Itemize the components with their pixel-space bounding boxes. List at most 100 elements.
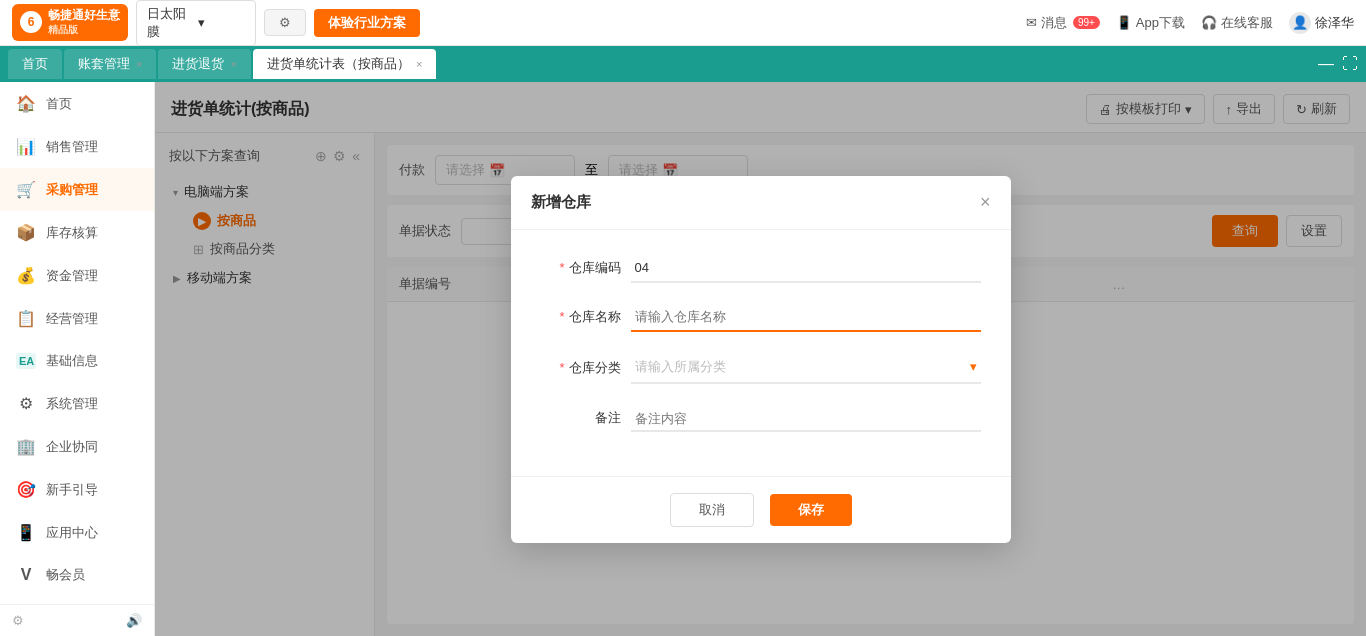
operations-icon: 📋 — [16, 309, 36, 328]
sidebar-vip-label: 畅会员 — [46, 566, 85, 584]
basic-info-icon: EA — [16, 353, 36, 369]
sidebar-item-finance[interactable]: 💰 资金管理 — [0, 254, 154, 297]
tab-minimize-icon[interactable]: — — [1318, 55, 1334, 73]
sidebar-guide-label: 新手引导 — [46, 481, 98, 499]
headset-icon: 🎧 — [1201, 15, 1217, 30]
tab-purchase-stats[interactable]: 进货单统计表（按商品） × — [253, 49, 436, 79]
save-btn[interactable]: 保存 — [770, 494, 852, 526]
main-layout: 🏠 首页 📊 销售管理 🛒 采购管理 📦 库存核算 💰 资金管理 📋 经营管理 … — [0, 82, 1366, 636]
modal-body: 仓库编码 仓库名称 仓库分类 请输入所属分类 ▾ — [511, 230, 1011, 476]
form-row-notes: 备注 — [541, 404, 981, 432]
app-label: App下载 — [1136, 14, 1185, 32]
purchase-icon: 🛒 — [16, 180, 36, 199]
inventory-icon: 📦 — [16, 223, 36, 242]
settings-btn[interactable]: ⚙ — [264, 9, 306, 36]
sidebar-item-basic-info[interactable]: EA 基础信息 — [0, 340, 154, 382]
sidebar-enterprise-label: 企业协同 — [46, 438, 98, 456]
modal-header: 新增仓库 × — [511, 176, 1011, 230]
sidebar-item-guide[interactable]: 🎯 新手引导 — [0, 468, 154, 511]
warehouse-name-input[interactable] — [631, 303, 981, 332]
warehouse-notes-input[interactable] — [631, 404, 981, 432]
tab-purchase-stats-close[interactable]: × — [416, 58, 422, 70]
content-area: 进货单统计(按商品) 🖨 按模板打印 ▾ ↑ 导出 ↻ 刷新 — [155, 82, 1366, 636]
sidebar-home-label: 首页 — [46, 95, 72, 113]
avatar-icon: 👤 — [1289, 12, 1311, 34]
sidebar-item-operations[interactable]: 📋 经营管理 — [0, 297, 154, 340]
sidebar-item-vip[interactable]: V 畅会员 — [0, 554, 154, 596]
finance-icon: 💰 — [16, 266, 36, 285]
form-label-name: 仓库名称 — [541, 308, 621, 326]
user-name: 徐泽华 — [1315, 14, 1354, 32]
sidebar-sales-label: 销售管理 — [46, 138, 98, 156]
sidebar-item-purchase[interactable]: 🛒 采购管理 — [0, 168, 154, 211]
form-label-notes: 备注 — [541, 409, 621, 427]
tab-maximize-icon[interactable]: ⛶ — [1342, 55, 1358, 73]
modal-overlay: 新增仓库 × 仓库编码 仓库名称 仓库分类 — [155, 82, 1366, 636]
tab-purchase-return-close[interactable]: × — [230, 58, 236, 70]
tabbar-right: — ⛶ — [1318, 55, 1358, 73]
store-selector[interactable]: 日太阳膜 ▾ — [136, 0, 256, 46]
sidebar-item-system[interactable]: ⚙ 系统管理 — [0, 382, 154, 425]
sidebar-inventory-label: 库存核算 — [46, 224, 98, 242]
service-label: 在线客服 — [1221, 14, 1273, 32]
sidebar-item-enterprise[interactable]: 🏢 企业协同 — [0, 425, 154, 468]
home-icon: 🏠 — [16, 94, 36, 113]
form-label-category: 仓库分类 — [541, 359, 621, 377]
sidebar-operations-label: 经营管理 — [46, 310, 98, 328]
message-btn[interactable]: ✉ 消息 99+ — [1026, 14, 1100, 32]
message-label: 消息 — [1041, 14, 1067, 32]
sidebar-settings-icon[interactable]: ⚙ — [12, 613, 24, 628]
tab-home[interactable]: 首页 — [8, 49, 62, 79]
system-icon: ⚙ — [16, 394, 36, 413]
sidebar-sound-icon[interactable]: 🔊 — [126, 613, 142, 628]
cancel-btn[interactable]: 取消 — [670, 493, 754, 527]
logo-text: 畅捷通好生意 — [48, 8, 120, 22]
online-service-btn[interactable]: 🎧 在线客服 — [1201, 14, 1273, 32]
modal-close-btn[interactable]: × — [980, 192, 991, 213]
modal-footer: 取消 保存 — [511, 476, 1011, 543]
form-row-name: 仓库名称 — [541, 303, 981, 332]
message-badge: 99+ — [1073, 16, 1100, 29]
logo-icon: 6 — [20, 11, 42, 33]
sidebar-item-sales[interactable]: 📊 销售管理 — [0, 125, 154, 168]
category-placeholder: 请输入所属分类 — [635, 358, 970, 376]
sidebar-finance-label: 资金管理 — [46, 267, 98, 285]
warehouse-code-input[interactable] — [631, 254, 981, 283]
sidebar-item-home[interactable]: 🏠 首页 — [0, 82, 154, 125]
tab-purchase-return-label: 进货退货 — [172, 55, 224, 73]
app-icon: 📱 — [1116, 15, 1132, 30]
topbar: 6 畅捷通好生意 精品版 日太阳膜 ▾ ⚙ 体验行业方案 ✉ 消息 99+ 📱 … — [0, 0, 1366, 46]
category-dropdown-icon: ▾ — [970, 359, 977, 374]
trial-btn[interactable]: 体验行业方案 — [314, 9, 420, 37]
sidebar-item-inventory[interactable]: 📦 库存核算 — [0, 211, 154, 254]
modal-add-warehouse: 新增仓库 × 仓库编码 仓库名称 仓库分类 — [511, 176, 1011, 543]
sidebar-basic-info-label: 基础信息 — [46, 352, 98, 370]
logo: 6 畅捷通好生意 精品版 — [12, 4, 128, 40]
sidebar-apps-label: 应用中心 — [46, 524, 98, 542]
user-avatar[interactable]: 👤 徐泽华 — [1289, 12, 1354, 34]
warehouse-category-select[interactable]: 请输入所属分类 ▾ — [631, 352, 981, 384]
tab-accounts-label: 账套管理 — [78, 55, 130, 73]
apps-icon: 📱 — [16, 523, 36, 542]
tab-purchase-stats-label: 进货单统计表（按商品） — [267, 55, 410, 73]
vip-icon: V — [16, 566, 36, 584]
tabbar: 首页 账套管理 × 进货退货 × 进货单统计表（按商品） × — ⛶ — [0, 46, 1366, 82]
sidebar-item-apps[interactable]: 📱 应用中心 — [0, 511, 154, 554]
topbar-right: ✉ 消息 99+ 📱 App下载 🎧 在线客服 👤 徐泽华 — [1026, 12, 1354, 34]
sidebar-purchase-label: 采购管理 — [46, 181, 98, 199]
modal-title: 新增仓库 — [531, 193, 591, 212]
sidebar: 🏠 首页 📊 销售管理 🛒 采购管理 📦 库存核算 💰 资金管理 📋 经营管理 … — [0, 82, 155, 636]
tab-purchase-return[interactable]: 进货退货 × — [158, 49, 250, 79]
form-row-category: 仓库分类 请输入所属分类 ▾ — [541, 352, 981, 384]
form-row-code: 仓库编码 — [541, 254, 981, 283]
sales-icon: 📊 — [16, 137, 36, 156]
tab-accounts[interactable]: 账套管理 × — [64, 49, 156, 79]
sidebar-system-label: 系统管理 — [46, 395, 98, 413]
logo-sub: 精品版 — [48, 23, 120, 37]
form-label-code: 仓库编码 — [541, 259, 621, 277]
guide-icon: 🎯 — [16, 480, 36, 499]
app-download-btn[interactable]: 📱 App下载 — [1116, 14, 1185, 32]
tab-accounts-close[interactable]: × — [136, 58, 142, 70]
message-icon: ✉ — [1026, 15, 1037, 30]
enterprise-icon: 🏢 — [16, 437, 36, 456]
